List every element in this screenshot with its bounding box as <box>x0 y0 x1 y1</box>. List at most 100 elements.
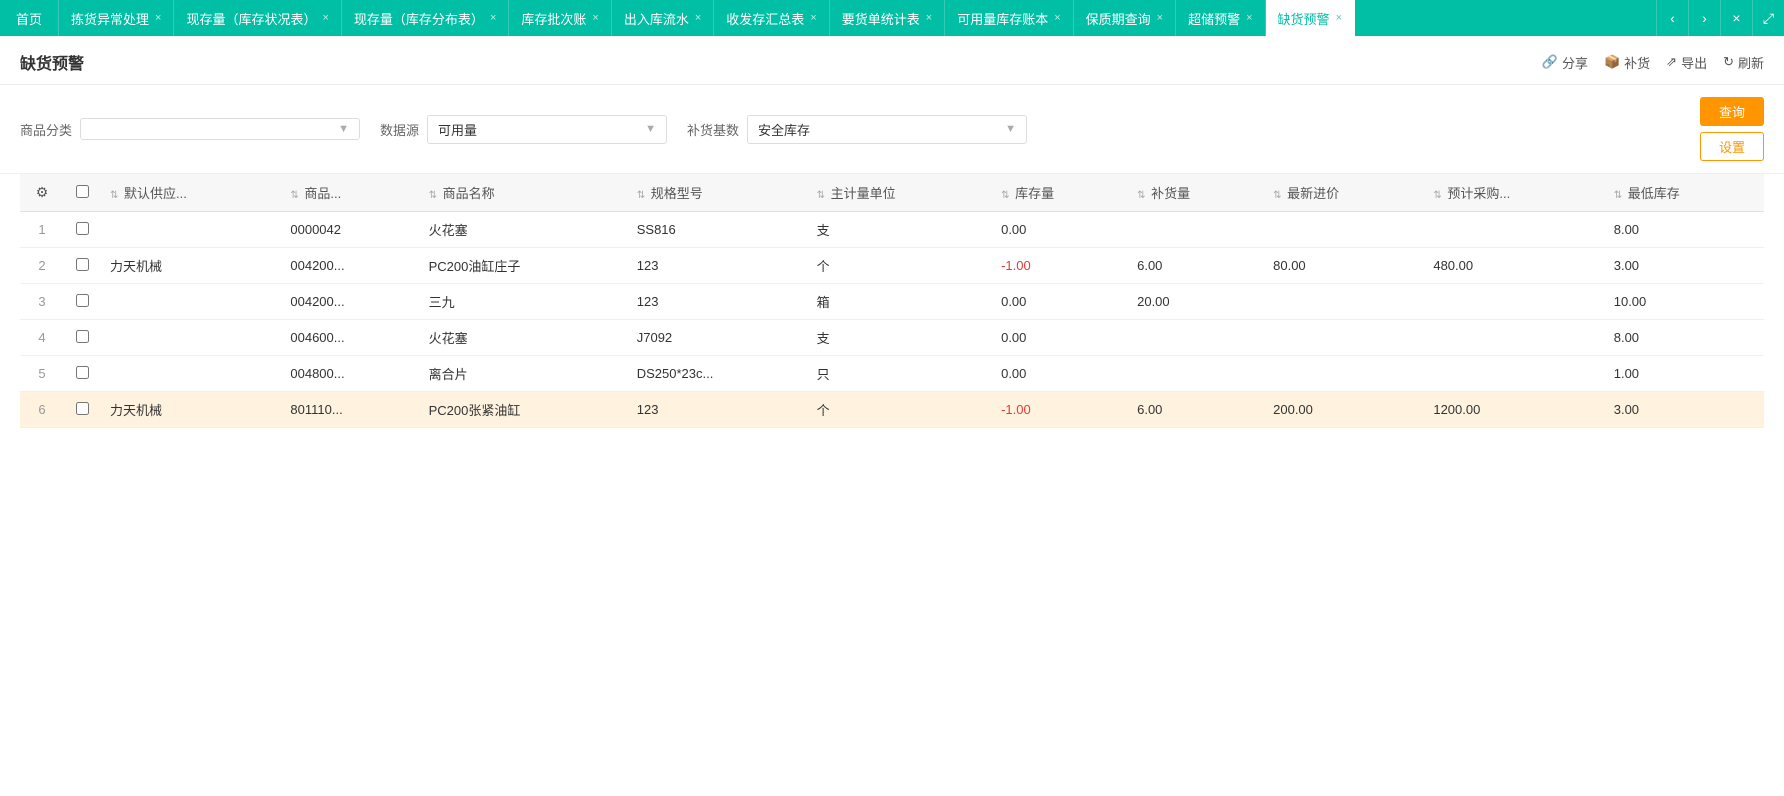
row-checkbox[interactable] <box>76 366 89 379</box>
row-checkbox-cell[interactable] <box>64 284 100 320</box>
refresh-icon: ↻ <box>1723 54 1734 70</box>
cell-latest-price <box>1263 212 1423 248</box>
row-checkbox[interactable] <box>76 258 89 271</box>
nav-tab-8[interactable]: 可用量库存账本 × <box>945 0 1073 36</box>
cell-product-name: 三九 <box>419 284 627 320</box>
row-checkbox-cell[interactable] <box>64 212 100 248</box>
select-all-checkbox[interactable] <box>76 185 89 198</box>
row-checkbox-cell[interactable] <box>64 320 100 356</box>
close-icon[interactable]: × <box>322 12 328 24</box>
row-checkbox[interactable] <box>76 402 89 415</box>
row-checkbox-cell[interactable] <box>64 248 100 284</box>
column-spec[interactable]: ⇅ 规格型号 <box>627 174 807 212</box>
replenish-label: 补货基数 <box>687 120 739 139</box>
column-est-purchase[interactable]: ⇅ 预计采购... <box>1423 174 1603 212</box>
column-restock[interactable]: ⇅ 补货量 <box>1127 174 1263 212</box>
datasource-select[interactable]: 可用量 ▼ <box>427 115 667 144</box>
close-icon[interactable]: × <box>592 12 598 24</box>
row-checkbox[interactable] <box>76 294 89 307</box>
column-product-code[interactable]: ⇅ 商品... <box>280 174 418 212</box>
nav-close-button[interactable]: × <box>1720 0 1752 36</box>
cell-stock: -1.00 <box>991 248 1127 284</box>
share-action[interactable]: 🔗 分享 <box>1542 53 1588 72</box>
nav-controls: ‹ › × ⤢ <box>1656 0 1784 36</box>
column-min-stock[interactable]: ⇅ 最低库存 <box>1604 174 1764 212</box>
cell-unit: 支 <box>807 320 991 356</box>
row-checkbox[interactable] <box>76 222 89 235</box>
nav-expand-button[interactable]: ⤢ <box>1752 0 1784 36</box>
query-button[interactable]: 查询 <box>1700 97 1764 126</box>
close-icon[interactable]: × <box>1336 12 1342 24</box>
cell-spec: J7092 <box>627 320 807 356</box>
row-number: 3 <box>20 284 64 320</box>
nav-tab-11-active[interactable]: 缺货预警 × <box>1266 0 1355 36</box>
settings-button[interactable]: 设置 <box>1700 132 1764 161</box>
row-checkbox-cell[interactable] <box>64 356 100 392</box>
sort-icon: ⇅ <box>1137 190 1145 201</box>
column-stock[interactable]: ⇅ 库存量 <box>991 174 1127 212</box>
close-icon[interactable]: × <box>1157 12 1163 24</box>
close-icon[interactable]: × <box>695 12 701 24</box>
nav-tab-home[interactable]: 首页 <box>0 0 59 36</box>
cell-stock: -1.00 <box>991 392 1127 428</box>
nav-tab-9[interactable]: 保质期查询 × <box>1074 0 1176 36</box>
column-default-supplier[interactable]: ⇅ 默认供应... <box>100 174 280 212</box>
sort-icon: ⇅ <box>817 190 825 201</box>
nav-tab-6[interactable]: 收发存汇总表 × <box>714 0 829 36</box>
restock-icon: 📦 <box>1604 54 1620 70</box>
nav-tab-10[interactable]: 超储预警 × <box>1176 0 1265 36</box>
close-icon[interactable]: × <box>810 12 816 24</box>
table-row: 5 004800... 离合片 DS250*23c... 只 0.00 1.00 <box>20 356 1764 392</box>
data-table: ⚙ ⇅ 默认供应... ⇅ 商品... ⇅ 商品名称 <box>20 174 1764 428</box>
close-icon[interactable]: × <box>155 12 161 24</box>
table-body: 1 0000042 火花塞 SS816 支 0.00 8.00 2 力天机械 0… <box>20 212 1764 428</box>
cell-restock: 6.00 <box>1127 248 1263 284</box>
column-settings[interactable]: ⚙ <box>20 174 64 212</box>
close-icon[interactable]: × <box>1246 12 1252 24</box>
row-checkbox-cell[interactable] <box>64 392 100 428</box>
nav-tab-2[interactable]: 现存量（库存状况表） × <box>174 0 341 36</box>
datasource-select-value: 可用量 <box>438 120 645 139</box>
cell-est-purchase: 480.00 <box>1423 248 1603 284</box>
nav-next-button[interactable]: › <box>1688 0 1720 36</box>
replenish-select[interactable]: 安全库存 ▼ <box>747 115 1027 144</box>
nav-tab-7[interactable]: 要货单统计表 × <box>830 0 945 36</box>
filter-row: 商品分类 ▼ 数据源 可用量 ▼ 补货基数 安全库存 ▼ 查询 设置 <box>0 85 1784 174</box>
column-unit[interactable]: ⇅ 主计量单位 <box>807 174 991 212</box>
nav-tab-1[interactable]: 拣货异常处理 × <box>59 0 174 36</box>
cell-min-stock: 3.00 <box>1604 392 1764 428</box>
restock-action[interactable]: 📦 补货 <box>1604 53 1650 72</box>
row-checkbox[interactable] <box>76 330 89 343</box>
close-icon[interactable]: × <box>926 12 932 24</box>
nav-tab-4[interactable]: 库存批次账 × <box>509 0 611 36</box>
cell-unit: 个 <box>807 248 991 284</box>
row-number: 5 <box>20 356 64 392</box>
column-product-name[interactable]: ⇅ 商品名称 <box>419 174 627 212</box>
export-action[interactable]: ⇗ 导出 <box>1666 53 1707 72</box>
close-icon[interactable]: × <box>1054 12 1060 24</box>
sort-icon: ⇅ <box>290 190 298 201</box>
gear-icon[interactable]: ⚙ <box>36 184 49 200</box>
category-select[interactable]: ▼ <box>80 118 360 140</box>
nav-tab-3[interactable]: 现存量（库存分布表） × <box>342 0 509 36</box>
cell-default-supplier: 力天机械 <box>100 248 280 284</box>
cell-product-name: 离合片 <box>419 356 627 392</box>
cell-product-code: 801110... <box>280 392 418 428</box>
refresh-action[interactable]: ↻ 刷新 <box>1723 53 1764 72</box>
cell-product-code: 004200... <box>280 284 418 320</box>
sort-icon: ⇅ <box>110 190 118 201</box>
cell-min-stock: 1.00 <box>1604 356 1764 392</box>
export-icon: ⇗ <box>1666 54 1677 70</box>
row-number: 6 <box>20 392 64 428</box>
page-title: 缺货预警 <box>20 50 84 74</box>
sort-icon: ⇅ <box>1273 190 1281 201</box>
row-number: 2 <box>20 248 64 284</box>
cell-product-code: 004800... <box>280 356 418 392</box>
nav-prev-button[interactable]: ‹ <box>1656 0 1688 36</box>
cell-est-purchase: 1200.00 <box>1423 392 1603 428</box>
column-latest-price[interactable]: ⇅ 最新进价 <box>1263 174 1423 212</box>
sort-icon: ⇅ <box>1001 190 1009 201</box>
table-row: 2 力天机械 004200... PC200油缸庄子 123 个 -1.00 6… <box>20 248 1764 284</box>
close-icon[interactable]: × <box>490 12 496 24</box>
nav-tab-5[interactable]: 出入库流水 × <box>612 0 714 36</box>
